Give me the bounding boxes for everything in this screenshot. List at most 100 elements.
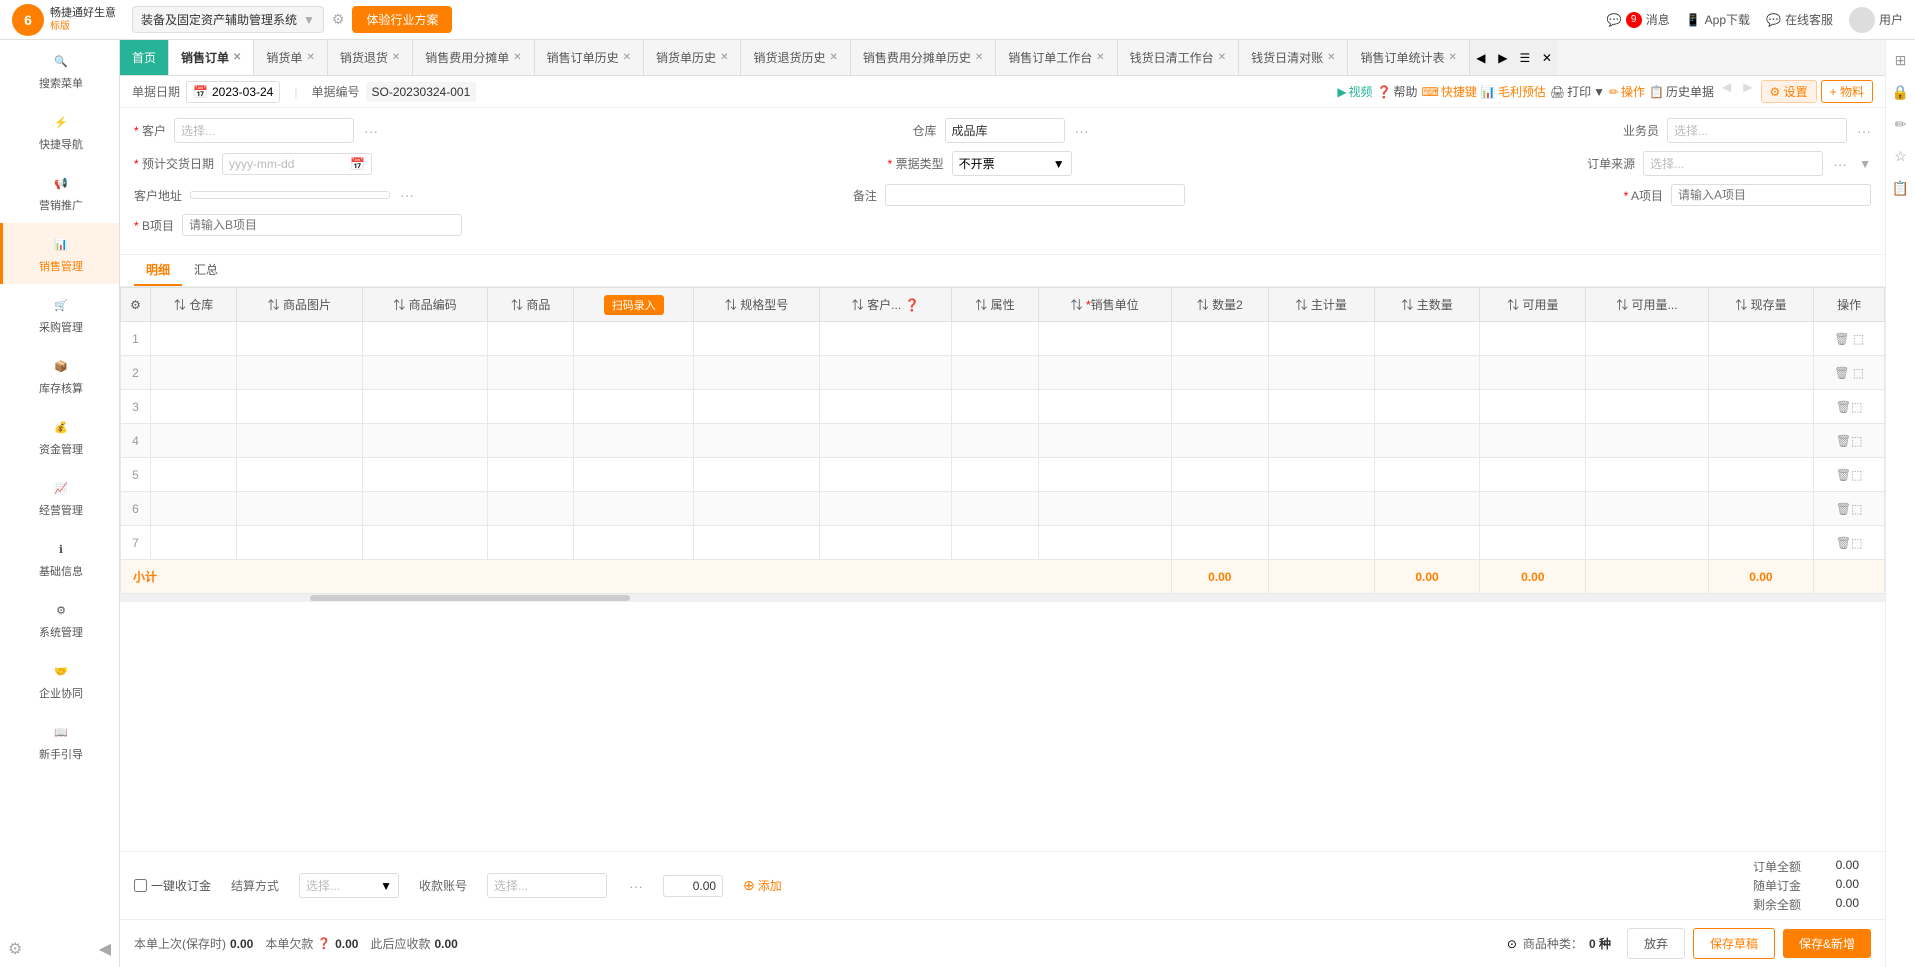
row-4-copy-icon[interactable]: ⬚ [1851, 434, 1862, 448]
settings-bottom-icon[interactable]: ⚙ [8, 939, 22, 959]
tab-close-cash-reconcile[interactable]: ✕ [1327, 52, 1335, 63]
right-icon-4[interactable]: ☆ [1889, 144, 1913, 168]
row-1-copy-icon[interactable]: ⬚ [1853, 332, 1864, 346]
tab-cash-reconcile[interactable]: 钱货日清对账 ✕ [1239, 40, 1348, 76]
tab-close-return[interactable]: ✕ [392, 52, 400, 63]
scrollbar-thumb[interactable] [310, 595, 630, 601]
row-1-available2[interactable] [1586, 322, 1708, 356]
customer-input[interactable]: 选择... [174, 118, 354, 143]
row-1-product[interactable] [488, 322, 574, 356]
row-2-copy-icon[interactable]: ⬚ [1853, 366, 1864, 380]
tab-home[interactable]: 首页 [120, 40, 169, 76]
row-2-main-qty[interactable] [1374, 356, 1480, 390]
th-available2[interactable]: ⇅ 可用量... [1586, 288, 1708, 322]
setting-btn[interactable]: ⚙ 设置 [1761, 80, 1817, 103]
right-icon-5[interactable]: 📋 [1889, 176, 1913, 200]
order-source-more-btn[interactable]: ··· [1833, 156, 1847, 172]
order-source-input[interactable]: 选择... [1643, 151, 1823, 176]
system-select[interactable]: 装备及固定资产辅助管理系统 ▼ [132, 6, 324, 33]
th-main-qty[interactable]: ⇅ 主数量 [1374, 288, 1480, 322]
tab-stats[interactable]: 销售订单统计表 ✕ [1348, 40, 1469, 76]
th-quantity2[interactable]: ⇅ 数量2 [1171, 288, 1268, 322]
row-2-available2[interactable] [1586, 356, 1708, 390]
settings-icon[interactable]: ⚙ [332, 11, 345, 28]
one-click-checkbox-label[interactable]: 一键收订金 [134, 877, 211, 894]
add-goods-btn[interactable]: + 物料 [1821, 80, 1873, 103]
row-2-attribute[interactable] [952, 356, 1038, 390]
th-product[interactable]: ⇅ 商品 [488, 288, 574, 322]
tab-close-stats[interactable]: ✕ [1449, 52, 1457, 63]
tab-sales-history[interactable]: 销货单历史 ✕ [644, 40, 741, 76]
row-1-attribute[interactable] [952, 322, 1038, 356]
row-7-copy-icon[interactable]: ⬚ [1851, 536, 1862, 550]
row-2-image[interactable] [237, 356, 363, 390]
tab-expense-history[interactable]: 销售费用分摊单历史 ✕ [851, 40, 996, 76]
th-image[interactable]: ⇅ 商品图片 [237, 288, 363, 322]
detail-tab-summary[interactable]: 汇总 [182, 255, 230, 286]
delivery-date-input[interactable]: yyyy-mm-dd 📅 [222, 153, 372, 175]
discard-btn[interactable]: 放弃 [1627, 928, 1685, 959]
row-1-main-unit[interactable] [1268, 322, 1374, 356]
sidebar-item-finance[interactable]: 💰 资金管理 [0, 406, 119, 467]
row-2-available[interactable] [1480, 356, 1586, 390]
sidebar-item-quick-nav[interactable]: ⚡ 快捷导航 [0, 101, 119, 162]
tab-close-expense-history[interactable]: ✕ [975, 52, 983, 63]
row-2-unit[interactable] [1038, 356, 1171, 390]
tab-menu-btn[interactable]: ☰ [1514, 40, 1536, 76]
th-code[interactable]: ⇅ 商品编码 [362, 288, 488, 322]
one-click-checkbox[interactable] [134, 879, 147, 892]
tab-close-sales-history[interactable]: ✕ [720, 52, 728, 63]
tab-close-order-workbench[interactable]: ✕ [1096, 52, 1104, 63]
sidebar-item-basic-info[interactable]: ℹ 基础信息 [0, 528, 119, 589]
row-6-delete-icon[interactable]: 🗑 [1836, 502, 1851, 516]
row-2-qty2[interactable] [1171, 356, 1268, 390]
tab-close-order-history[interactable]: ✕ [623, 52, 631, 63]
sidebar-item-guide[interactable]: 📖 新手引导 [0, 711, 119, 772]
industry-btn[interactable]: 体验行业方案 [352, 6, 452, 33]
b-project-input[interactable] [182, 214, 462, 236]
tab-sales[interactable]: 销货单 ✕ [254, 40, 327, 76]
sidebar-item-operations[interactable]: 📈 经营管理 [0, 467, 119, 528]
add-receipt-btn[interactable]: ⊕ 添加 [743, 877, 782, 894]
tab-sales-order[interactable]: 销售订单 ✕ [169, 40, 254, 76]
tab-close-sales-order[interactable]: ✕ [233, 52, 241, 63]
user-btn[interactable]: 用户 [1849, 7, 1903, 33]
th-scan[interactable]: 扫码录入 [574, 288, 694, 322]
row-5-delete-icon[interactable]: 🗑 [1836, 468, 1851, 482]
note-input[interactable] [885, 184, 1185, 206]
row-2-stock[interactable] [1708, 356, 1814, 390]
tab-return-history[interactable]: 销货退货历史 ✕ [741, 40, 850, 76]
customer-more-btn[interactable]: ··· [364, 123, 378, 139]
sidebar-item-enterprise[interactable]: 🤝 企业协同 [0, 650, 119, 711]
th-main-unit[interactable]: ⇅ 主计量 [1268, 288, 1374, 322]
tab-close-all-btn[interactable]: ✕ [1536, 40, 1558, 76]
salesman-input[interactable]: 选择... [1667, 118, 1847, 143]
sidebar-item-purchase[interactable]: 🛒 采购管理 [0, 284, 119, 345]
save-draft-btn[interactable]: 保存草稿 [1693, 928, 1775, 959]
row-3-delete-icon[interactable]: 🗑 [1836, 400, 1851, 414]
row-4-delete-icon[interactable]: 🗑 [1836, 434, 1851, 448]
row-2-delete-icon[interactable]: 🗑 [1834, 366, 1849, 380]
sidebar-item-marketing[interactable]: 📢 营销推广 [0, 162, 119, 223]
online-service-btn[interactable]: 💬 在线客服 [1766, 11, 1833, 28]
row-1-code[interactable] [362, 322, 488, 356]
customer-addr-input[interactable] [190, 191, 390, 199]
right-icon-3[interactable]: ✏ [1889, 112, 1913, 136]
sidebar-item-inventory[interactable]: 📦 库存核算 [0, 345, 119, 406]
row-5-copy-icon[interactable]: ⬚ [1851, 468, 1862, 482]
tab-order-history[interactable]: 销售订单历史 ✕ [535, 40, 644, 76]
shortcut-btn[interactable]: ⌨ 快捷键 [1422, 80, 1477, 103]
customer-addr-more-btn[interactable]: ··· [400, 187, 414, 203]
app-download-btn[interactable]: 📱 App下载 [1686, 11, 1750, 28]
tab-expense[interactable]: 销售费用分摊单 ✕ [413, 40, 534, 76]
view-btn[interactable]: ▶ 视频 [1337, 80, 1372, 103]
a-project-input[interactable] [1671, 184, 1871, 206]
row-2-product[interactable] [488, 356, 574, 390]
row-1-available[interactable] [1480, 322, 1586, 356]
tab-cash-workbench[interactable]: 钱货日清工作台 ✕ [1118, 40, 1239, 76]
sidebar-item-system[interactable]: ⚙ 系统管理 [0, 589, 119, 650]
th-warehouse[interactable]: ⇅ 仓库 [151, 288, 237, 322]
horizontal-scrollbar[interactable] [120, 594, 1885, 602]
th-spec[interactable]: ⇅ 规格型号 [694, 288, 820, 322]
row-2-spec[interactable] [694, 356, 820, 390]
